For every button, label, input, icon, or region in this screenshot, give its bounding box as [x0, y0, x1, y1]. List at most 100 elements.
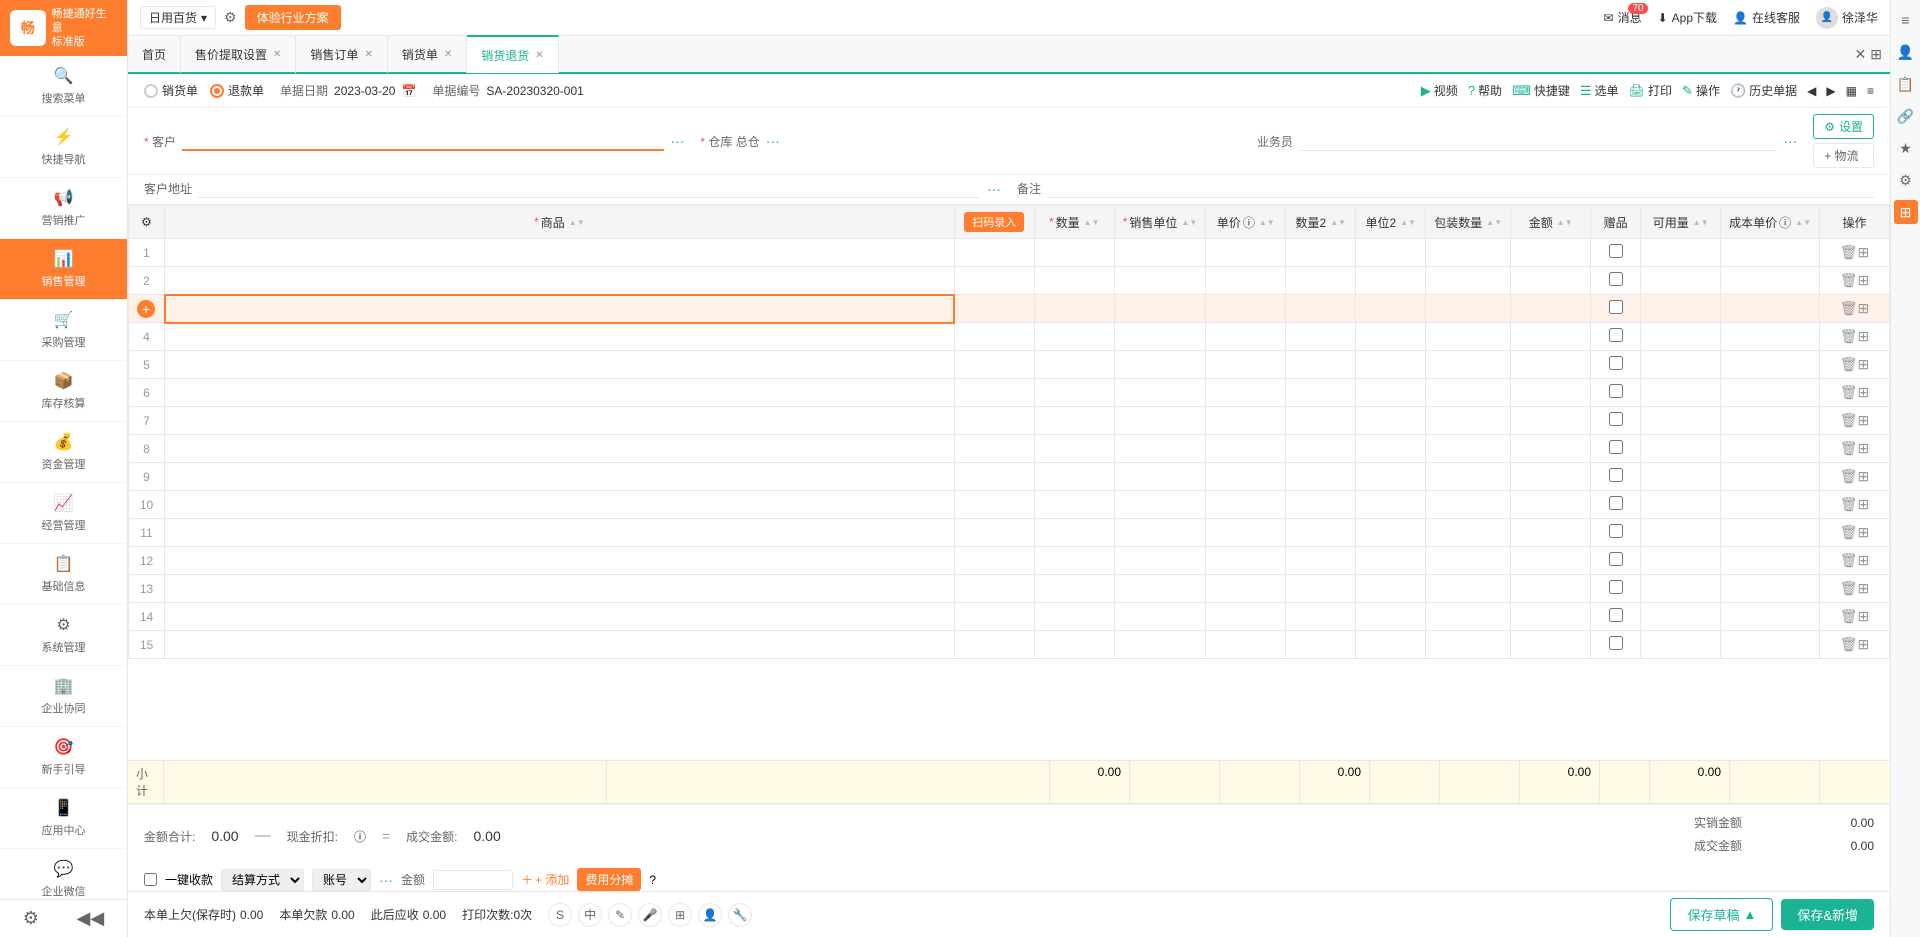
cell-pack-2[interactable]	[1426, 267, 1511, 295]
cell-qty2-4[interactable]	[1286, 323, 1356, 351]
cell-qty-15[interactable]	[1034, 631, 1114, 659]
cell-price-8[interactable]	[1206, 435, 1286, 463]
table-settings-icon[interactable]: ⚙	[141, 215, 152, 229]
cell-amount-3[interactable]	[1511, 295, 1591, 323]
cell-qty-13[interactable]	[1034, 575, 1114, 603]
cell-price-7[interactable]	[1206, 407, 1286, 435]
cell-cost-10[interactable]	[1721, 491, 1820, 519]
unit2-sort-icon[interactable]: ▲▼	[1400, 218, 1416, 227]
shortcut-link[interactable]: ⌨ 快捷键	[1512, 82, 1570, 99]
cell-unit-5[interactable]	[1114, 351, 1206, 379]
cell-product-5[interactable]	[165, 351, 955, 379]
gift-checkbox-11[interactable]	[1609, 524, 1623, 538]
tool6-icon[interactable]: 🔧	[728, 903, 752, 927]
close-tab-sales-order[interactable]: ✕	[364, 49, 372, 60]
select-order-link[interactable]: ☰ 选单	[1580, 82, 1619, 99]
cell-unit-7[interactable]	[1114, 407, 1206, 435]
cash-discount-info-icon[interactable]: ⓘ	[354, 828, 366, 845]
cell-amount-14[interactable]	[1511, 603, 1591, 631]
right-panel-btn2[interactable]: 👤	[1894, 40, 1918, 64]
sidebar-item-finance[interactable]: 💰 资金管理	[0, 422, 127, 483]
cell-qty-11[interactable]	[1034, 519, 1114, 547]
sidebar-item-search[interactable]: 🔍 搜索菜单	[0, 56, 127, 117]
cell-cost-8[interactable]	[1721, 435, 1820, 463]
cell-qty2-3[interactable]	[1286, 295, 1356, 323]
tab-sales-return[interactable]: 销货退货 ✕	[467, 35, 558, 73]
cell-qty-3[interactable]	[1034, 295, 1114, 323]
gift-checkbox-13[interactable]	[1609, 580, 1623, 594]
sidebar-item-wechat[interactable]: 💬 企业微信	[0, 849, 127, 899]
delete-row-4[interactable]: 🗑	[1840, 328, 1858, 345]
cell-amount-9[interactable]	[1511, 463, 1591, 491]
cell-unit-4[interactable]	[1114, 323, 1206, 351]
cell-unit-1[interactable]	[1114, 239, 1206, 267]
cell-unit-15[interactable]	[1114, 631, 1206, 659]
cell-qty-8[interactable]	[1034, 435, 1114, 463]
cell-pack-15[interactable]	[1426, 631, 1511, 659]
gift-checkbox-15[interactable]	[1609, 636, 1623, 650]
cell-cost-6[interactable]	[1721, 379, 1820, 407]
gift-checkbox-1[interactable]	[1609, 244, 1623, 258]
gift-checkbox-12[interactable]	[1609, 552, 1623, 566]
copy-row-10[interactable]: ⊞	[1858, 496, 1870, 513]
cell-price-6[interactable]	[1206, 379, 1286, 407]
cell-unit2-8[interactable]	[1356, 435, 1426, 463]
gift-checkbox-3[interactable]	[1609, 300, 1623, 314]
cell-unit2-1[interactable]	[1356, 239, 1426, 267]
cell-unit2-10[interactable]	[1356, 491, 1426, 519]
cell-unit-3[interactable]	[1114, 295, 1206, 323]
cell-qty-5[interactable]	[1034, 351, 1114, 379]
radio-refund[interactable]: 退款单	[210, 82, 264, 99]
cell-qty-9[interactable]	[1034, 463, 1114, 491]
cell-unit-11[interactable]	[1114, 519, 1206, 547]
cell-product-7[interactable]	[165, 407, 955, 435]
cell-qty2-14[interactable]	[1286, 603, 1356, 631]
cell-available-1[interactable]	[1641, 239, 1721, 267]
cell-price-14[interactable]	[1206, 603, 1286, 631]
settings-bottom-icon[interactable]: ⚙	[23, 908, 39, 929]
cell-pack-12[interactable]	[1426, 547, 1511, 575]
delete-row-3[interactable]: 🗑	[1840, 300, 1858, 317]
tab-price-settings[interactable]: 售价提取设置 ✕	[181, 35, 296, 73]
product-input[interactable]	[174, 301, 946, 316]
copy-row-12[interactable]: ⊞	[1858, 552, 1870, 569]
cell-available-8[interactable]	[1641, 435, 1721, 463]
cell-qty-10[interactable]	[1034, 491, 1114, 519]
gift-checkbox-5[interactable]	[1609, 356, 1623, 370]
copy-row-5[interactable]: ⊞	[1858, 356, 1870, 373]
cell-available-14[interactable]	[1641, 603, 1721, 631]
delete-row-8[interactable]: 🗑	[1840, 440, 1858, 457]
save-new-button[interactable]: 保存&新增	[1781, 899, 1874, 930]
cell-qty-1[interactable]	[1034, 239, 1114, 267]
tab-home[interactable]: 首页	[128, 35, 181, 73]
cell-price-4[interactable]	[1206, 323, 1286, 351]
cell-product-4[interactable]	[165, 323, 955, 351]
cell-available-15[interactable]	[1641, 631, 1721, 659]
cell-product-2[interactable]	[165, 267, 955, 295]
cell-unit-8[interactable]	[1114, 435, 1206, 463]
cell-unit-9[interactable]	[1114, 463, 1206, 491]
cell-price-5[interactable]	[1206, 351, 1286, 379]
delete-row-1[interactable]: 🗑	[1840, 244, 1858, 261]
sidebar-item-marketing[interactable]: 📢 营销推广	[0, 178, 127, 239]
cell-qty2-13[interactable]	[1286, 575, 1356, 603]
copy-row-4[interactable]: ⊞	[1858, 328, 1870, 345]
cell-qty-14[interactable]	[1034, 603, 1114, 631]
cell-unit2-15[interactable]	[1356, 631, 1426, 659]
topbar-settings-icon[interactable]: ⚙	[224, 9, 237, 26]
pack-sort-icon[interactable]: ▲▼	[1486, 218, 1502, 227]
available-sort-icon[interactable]: ▲▼	[1693, 218, 1709, 227]
sidebar-item-inventory[interactable]: 📦 库存核算	[0, 361, 127, 422]
amount-sort-icon[interactable]: ▲▼	[1557, 218, 1573, 227]
cell-unit2-13[interactable]	[1356, 575, 1426, 603]
cell-pack-8[interactable]	[1426, 435, 1511, 463]
cell-amount-11[interactable]	[1511, 519, 1591, 547]
cell-product-12[interactable]	[165, 547, 955, 575]
cell-amount-12[interactable]	[1511, 547, 1591, 575]
cell-product-9[interactable]	[165, 463, 955, 491]
cell-cost-13[interactable]	[1721, 575, 1820, 603]
delete-row-2[interactable]: 🗑	[1840, 272, 1858, 289]
cell-qty2-15[interactable]	[1286, 631, 1356, 659]
cell-qty2-2[interactable]	[1286, 267, 1356, 295]
cell-qty-7[interactable]	[1034, 407, 1114, 435]
